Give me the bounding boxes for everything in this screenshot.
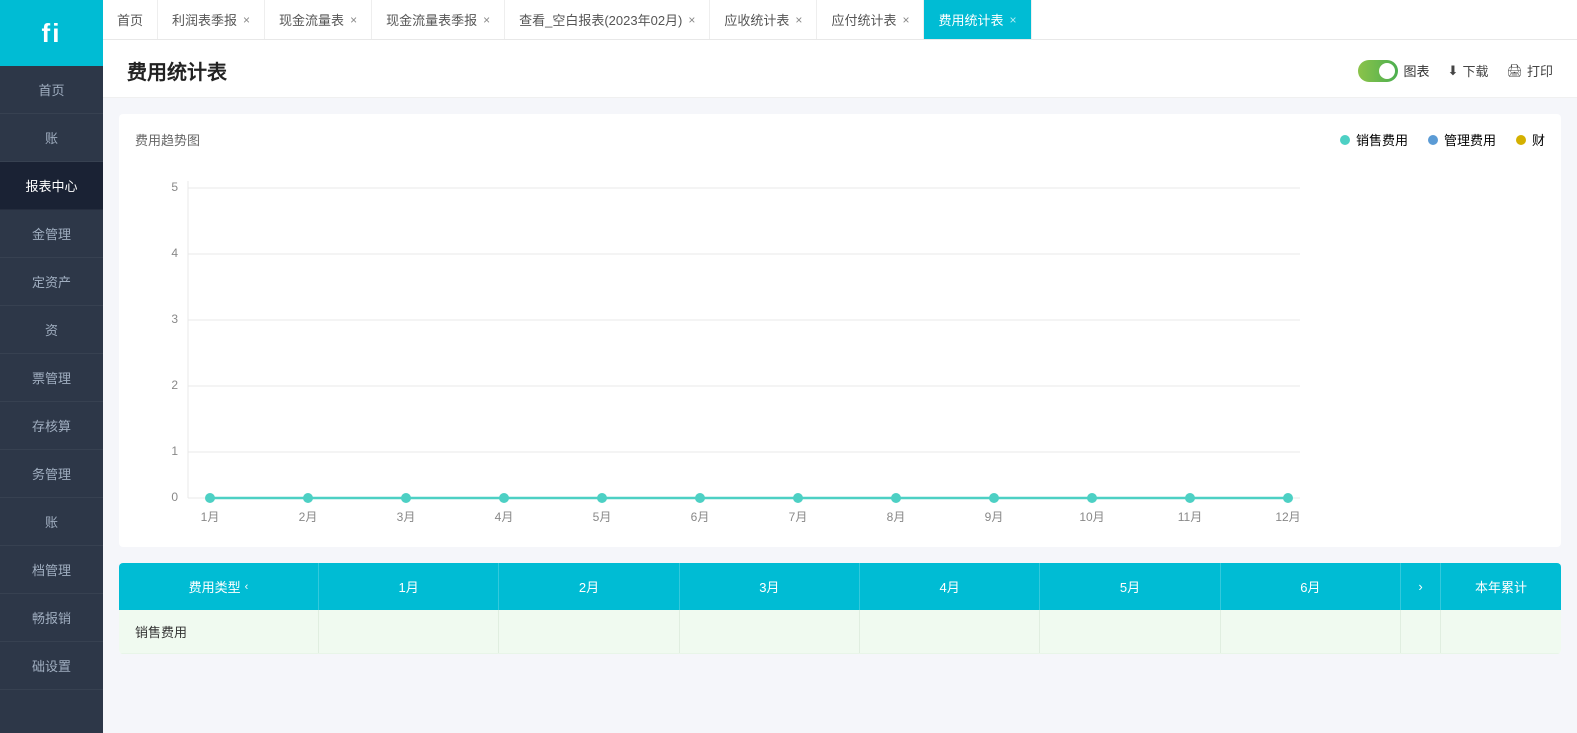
header-actions: 图表 ⬇ 下载 🖨 打印 [1358,60,1553,82]
content-area: 费用趋势图 销售费用 管理费用 财 [103,98,1577,733]
legend-dot-admin [1428,135,1438,145]
legend-dot-sales [1340,135,1350,145]
td-ytd [1441,610,1561,653]
th-month-1: 1月 [319,563,499,610]
legend-admin: 管理费用 [1428,130,1496,149]
svg-text:0: 0 [171,490,178,504]
chart-svg-container: 5 4 3 2 1 0 [135,161,1545,531]
sidebar-item-account[interactable]: 账 [0,114,103,162]
svg-text:4: 4 [171,246,178,260]
tab-profit-quarterly[interactable]: 利润表季报 × [158,0,265,40]
tab-bar: 首页 利润表季报 × 现金流量表 × 现金流量表季报 × 查看_空白报表(202… [103,0,1577,40]
toggle-label: 图表 [1404,61,1430,80]
svg-text:9月: 9月 [985,510,1004,524]
svg-text:7月: 7月 [789,510,808,524]
tab-cashflow-quarterly[interactable]: 现金流量表季报 × [372,0,505,40]
svg-text:2: 2 [171,378,178,392]
page-header: 费用统计表 图表 ⬇ 下载 🖨 打印 [103,40,1577,98]
svg-text:2月: 2月 [299,510,318,524]
td-m3 [680,610,860,653]
th-nav-next[interactable]: › [1401,563,1441,610]
download-icon: ⬇ [1448,63,1459,79]
sidebar-item-fixed-assets[interactable]: 定资产 [0,258,103,306]
print-button[interactable]: 🖨 打印 [1506,61,1553,80]
tab-expense-stats[interactable]: 费用统计表 × [924,0,1031,40]
sidebar-item-service[interactable]: 务管理 [0,450,103,498]
chart-card: 费用趋势图 销售费用 管理费用 财 [119,114,1561,547]
td-nav [1401,610,1441,653]
tab-close-blank-report[interactable]: × [688,13,695,27]
chart-title: 费用趋势图 [135,130,200,149]
th-month-3: 3月 [680,563,860,610]
sidebar-item-home[interactable]: 首页 [0,66,103,114]
td-m2 [499,610,679,653]
th-ytd: 本年累计 [1441,563,1561,610]
tab-close-payable[interactable]: × [902,13,909,27]
sidebar-item-reports[interactable]: 报表中心 [0,162,103,210]
sidebar-item-invoice[interactable]: 票管理 [0,354,103,402]
tab-close-cashflow-quarterly[interactable]: × [483,13,490,27]
th-month-2: 2月 [499,563,679,610]
legend-label-admin: 管理费用 [1444,130,1496,149]
tab-close-profit-quarterly[interactable]: × [243,13,250,27]
svg-text:4月: 4月 [495,510,514,524]
sidebar-item-ledger[interactable]: 账 [0,498,103,546]
tab-receivable[interactable]: 应收统计表 × [710,0,817,40]
svg-text:3: 3 [171,312,178,326]
tab-blank-report[interactable]: 查看_空白报表(2023年02月) × [505,0,710,40]
svg-text:3月: 3月 [397,510,416,524]
page-title: 费用统计表 [127,56,227,85]
td-m5 [1040,610,1220,653]
chart-legend: 销售费用 管理费用 财 [1340,130,1545,149]
sidebar-item-archive[interactable]: 档管理 [0,546,103,594]
svg-text:11月: 11月 [1178,510,1202,524]
legend-sales: 销售费用 [1340,130,1408,149]
chart-toggle[interactable] [1358,60,1398,82]
print-icon: 🖨 [1506,63,1523,79]
th-month-5: 5月 [1040,563,1220,610]
th-month-6: 6月 [1221,563,1401,610]
svg-text:5月: 5月 [593,510,612,524]
td-m4 [860,610,1040,653]
tab-close-cashflow[interactable]: × [350,13,357,27]
download-button[interactable]: ⬇ 下载 [1448,61,1489,80]
sidebar-item-expense[interactable]: 畅报销 [0,594,103,642]
sidebar-item-capital[interactable]: 资 [0,306,103,354]
svg-text:1月: 1月 [201,510,220,524]
sidebar-item-inventory[interactable]: 存核算 [0,402,103,450]
svg-text:12月: 12月 [1275,510,1300,524]
tab-close-expense-stats[interactable]: × [1009,13,1016,27]
td-m1 [319,610,499,653]
legend-label-finance: 财 [1532,130,1545,149]
sidebar: fi 首页 账 报表中心 金管理 定资产 资 票管理 存核算 务管理 账 档管理… [0,0,103,733]
svg-text:5: 5 [171,180,178,194]
th-expense-type: 费用类型 ‹ [119,563,319,610]
svg-text:1: 1 [171,444,178,458]
table-header: 费用类型 ‹ 1月 2月 3月 4月 5月 [119,563,1561,610]
svg-text:10月: 10月 [1079,510,1104,524]
sidebar-item-settings[interactable]: 础设置 [0,642,103,690]
legend-finance: 财 [1516,130,1545,149]
line-chart-svg: 5 4 3 2 1 0 [135,161,1545,531]
tab-close-receivable[interactable]: × [795,13,802,27]
th-arrow-left[interactable]: ‹ [245,581,249,593]
svg-text:8月: 8月 [887,510,906,524]
td-m6 [1221,610,1401,653]
svg-text:6月: 6月 [691,510,710,524]
tab-home[interactable]: 首页 [103,0,158,40]
sidebar-logo: fi [0,0,103,66]
tab-cashflow[interactable]: 现金流量表 × [265,0,372,40]
chart-toggle-wrap: 图表 [1358,60,1430,82]
tab-payable[interactable]: 应付统计表 × [817,0,924,40]
td-expense-type: 销售费用 [119,610,319,653]
th-month-4: 4月 [860,563,1040,610]
legend-dot-finance [1516,135,1526,145]
expense-table: 费用类型 ‹ 1月 2月 3月 4月 5月 [119,563,1561,654]
chart-header: 费用趋势图 销售费用 管理费用 财 [135,130,1545,149]
main-area: 首页 利润表季报 × 现金流量表 × 现金流量表季报 × 查看_空白报表(202… [103,0,1577,733]
legend-label-sales: 销售费用 [1356,130,1408,149]
sidebar-item-cash-mgmt[interactable]: 金管理 [0,210,103,258]
table-row: 销售费用 [119,610,1561,654]
